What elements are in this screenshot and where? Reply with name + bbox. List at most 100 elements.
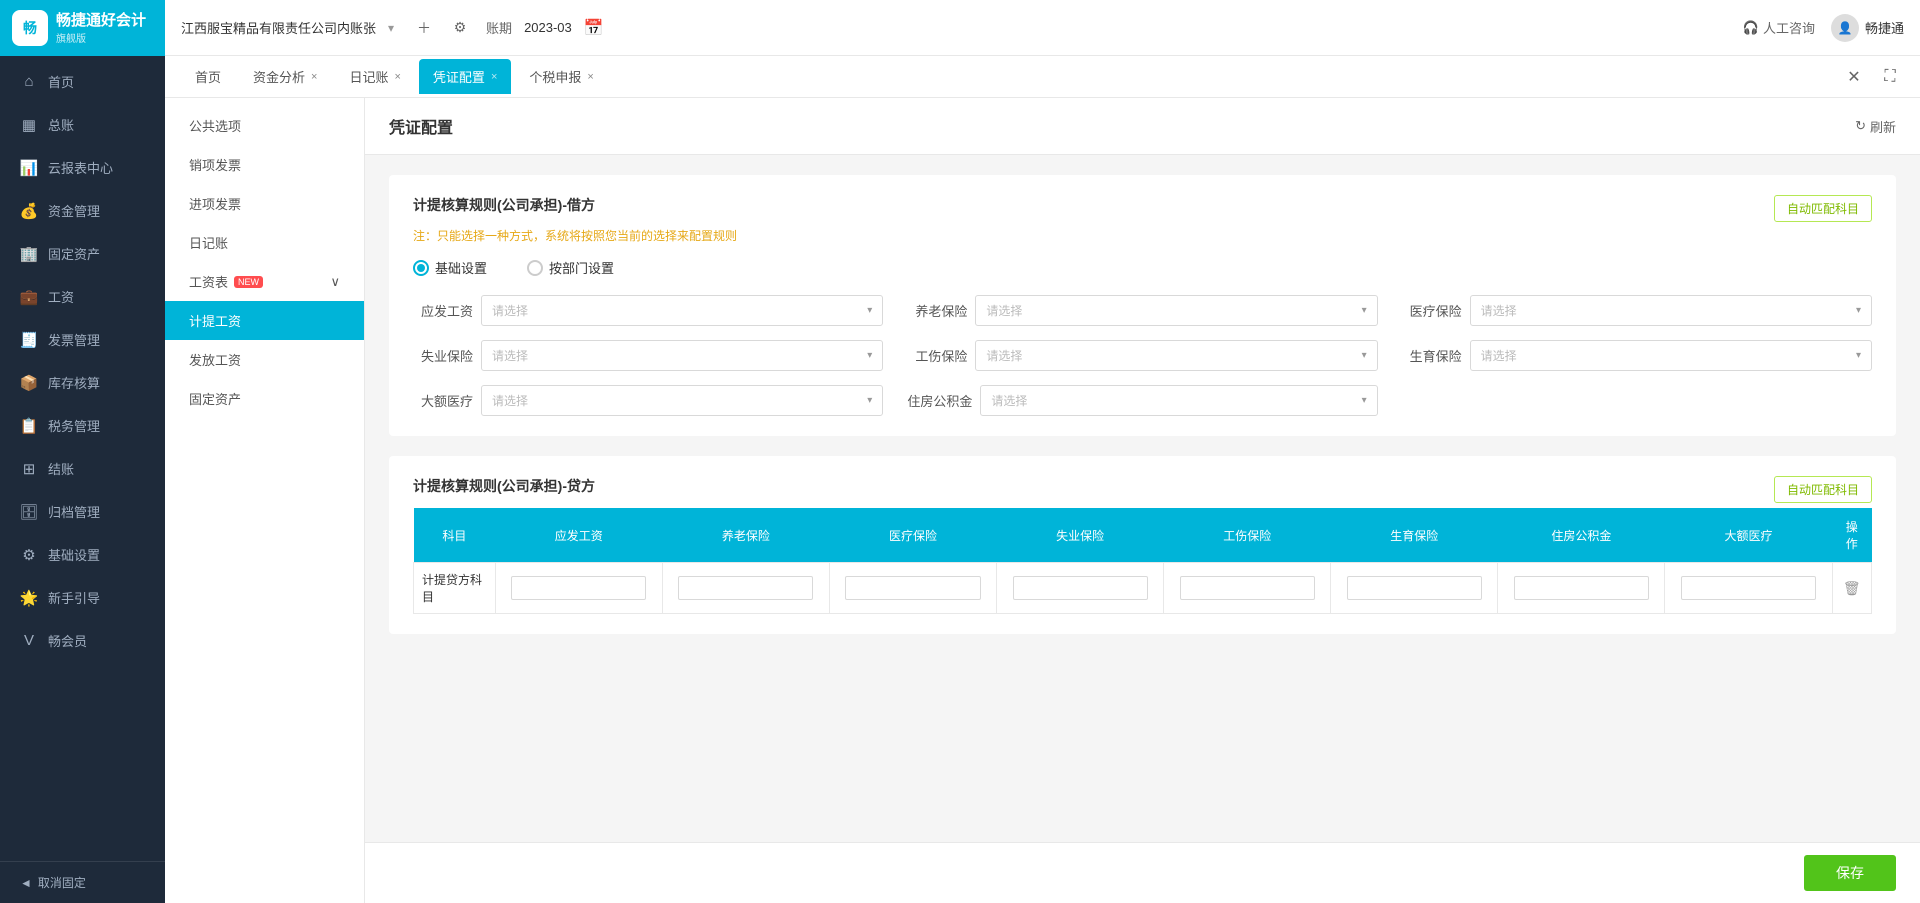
topbar: 江西服宝精品有限责任公司内账张 ▾ ＋ ⚙ 账期 2023-03 📅 🎧 人工咨… xyxy=(165,0,1920,56)
radio-group-debit: 基础设置 按部门设置 xyxy=(413,258,1872,277)
tab-journal-close[interactable]: × xyxy=(394,71,400,83)
settings-btn[interactable]: ⚙ xyxy=(446,14,474,42)
tab-journal[interactable]: 日记账 × xyxy=(335,59,414,94)
period-label: 账期 xyxy=(486,18,512,37)
menu-item-fixed-assets[interactable]: 固定资产 xyxy=(165,379,364,418)
save-button[interactable]: 保存 xyxy=(1804,855,1896,891)
col-shiye: 失业保险 xyxy=(997,508,1164,563)
guide-icon: 🌟 xyxy=(20,589,38,607)
chevron-yanglao: ▾ xyxy=(1362,305,1367,316)
debit-section: 自动匹配科目 计提核算规则(公司承担)-借方 注：只能选择一种方式，系统将按照您… xyxy=(389,175,1896,436)
sidebar-item-tax[interactable]: 📋 税务管理 xyxy=(0,404,165,447)
field-gongshang: 工伤保险 请选择 ▾ xyxy=(907,340,1377,371)
tab-tax-close[interactable]: × xyxy=(587,71,593,83)
service-btn[interactable]: 🎧 人工咨询 xyxy=(1743,18,1815,37)
logo-icon: 畅 xyxy=(12,10,48,46)
credit-table: 科目 应发工资 养老保险 医疗保险 失业保险 工伤保险 生育保险 住房公积金 大… xyxy=(413,508,1872,614)
user-menu[interactable]: 👤 畅捷通 xyxy=(1831,14,1904,42)
content-area: 公共选项 销项发票 进项发票 日记账 工资表 NEW ∨ 计提工资 发放工资 固… xyxy=(165,98,1920,903)
sidebar-item-settlement[interactable]: ⊞ 结账 xyxy=(0,447,165,490)
calendar-icon[interactable]: 📅 xyxy=(584,18,604,38)
select-shengyu[interactable]: 请选择 ▾ xyxy=(1470,340,1872,371)
menu-item-salary-calc[interactable]: 计提工资 xyxy=(165,301,364,340)
logo-area: 畅 畅捷通好会计 旗舰版 xyxy=(0,0,165,56)
input-shengyu[interactable] xyxy=(1347,576,1482,600)
sidebar-item-reports[interactable]: 📊 云报表中心 xyxy=(0,146,165,189)
auto-match-debit-btn[interactable]: 自动匹配科目 xyxy=(1774,195,1872,222)
input-dae[interactable] xyxy=(1681,576,1816,600)
menu-item-public[interactable]: 公共选项 xyxy=(165,106,364,145)
sidebar-item-invoice[interactable]: 🧾 发票管理 xyxy=(0,318,165,361)
settings-icon: ⚙ xyxy=(20,546,38,564)
menu-item-sales[interactable]: 销项发票 xyxy=(165,145,364,184)
sidebar-item-vip[interactable]: V 畅会员 xyxy=(0,619,165,662)
label-zhufang: 住房公积金 xyxy=(907,391,972,410)
cell-shengyu-input xyxy=(1331,563,1498,614)
add-btn[interactable]: ＋ xyxy=(410,14,438,42)
sidebar-item-salary[interactable]: 💼 工资 xyxy=(0,275,165,318)
bottom-bar: 保存 xyxy=(365,842,1920,903)
cell-zhufang-input xyxy=(1498,563,1665,614)
sidebar-item-ledger[interactable]: ▦ 总账 xyxy=(0,103,165,146)
chevron-yiliao: ▾ xyxy=(1856,305,1861,316)
select-yiliao[interactable]: 请选择 ▾ xyxy=(1470,295,1872,326)
topbar-actions: ＋ ⚙ xyxy=(410,14,474,42)
cancel-fixed-btn[interactable]: ◄ 取消固定 xyxy=(0,861,165,903)
tax-icon: 📋 xyxy=(20,417,38,435)
radio-basic[interactable]: 基础设置 xyxy=(413,258,487,277)
tab-home[interactable]: 首页 xyxy=(181,59,235,94)
sidebar-item-guide[interactable]: 🌟 新手引导 xyxy=(0,576,165,619)
sidebar-item-fixed-assets[interactable]: 🏢 固定资产 xyxy=(0,232,165,275)
cell-gongshang-input xyxy=(1164,563,1331,614)
select-gongshang[interactable]: 请选择 ▾ xyxy=(975,340,1377,371)
auto-match-credit-btn[interactable]: 自动匹配科目 xyxy=(1774,476,1872,503)
input-zhufang[interactable] xyxy=(1514,576,1649,600)
credit-section: 自动匹配科目 计提核算规则(公司承担)-贷方 科目 应发工资 养老保险 医疗保险… xyxy=(389,456,1896,634)
settlement-icon: ⊞ xyxy=(20,460,38,478)
company-dropdown-arrow[interactable]: ▾ xyxy=(388,21,394,35)
sidebar-item-settings[interactable]: ⚙ 基础设置 xyxy=(0,533,165,576)
col-shengyu: 生育保险 xyxy=(1331,508,1498,563)
chevron-zhufang: ▾ xyxy=(1362,395,1367,406)
sidebar-item-archive[interactable]: 🗄 归档管理 xyxy=(0,490,165,533)
tab-voucher-close[interactable]: × xyxy=(491,71,497,83)
tab-fund-close[interactable]: × xyxy=(311,71,317,83)
page-content: 凭证配置 ↻ 刷新 自动匹配科目 计提核算规则(公司承担)-借方 注：只能选择一… xyxy=(365,98,1920,903)
input-yiliao[interactable] xyxy=(845,576,980,600)
page-title: 凭证配置 xyxy=(389,114,453,138)
credit-table-body: 计提贷方科目 🗑 xyxy=(414,563,1872,614)
select-yingfa[interactable]: 请选择 ▾ xyxy=(481,295,883,326)
menu-item-salary-pay[interactable]: 发放工资 xyxy=(165,340,364,379)
input-shiye[interactable] xyxy=(1013,576,1148,600)
tab-fund[interactable]: 资金分析 × xyxy=(239,59,331,94)
tab-close-btn[interactable]: ✕ xyxy=(1840,63,1868,91)
select-shiye[interactable]: 请选择 ▾ xyxy=(481,340,883,371)
sidebar-item-fund[interactable]: 💰 资金管理 xyxy=(0,189,165,232)
menu-item-salary-table[interactable]: 工资表 NEW ∨ xyxy=(165,262,364,301)
cell-subject: 计提贷方科目 xyxy=(414,563,496,614)
sidebar-item-home[interactable]: ⌂ 首页 xyxy=(0,60,165,103)
col-yanglao: 养老保险 xyxy=(662,508,829,563)
radio-dept[interactable]: 按部门设置 xyxy=(527,258,614,277)
select-zhufang[interactable]: 请选择 ▾ xyxy=(980,385,1377,416)
input-yingfa[interactable] xyxy=(511,576,646,600)
select-dae[interactable]: 请选择 ▾ xyxy=(481,385,883,416)
select-yanglao[interactable]: 请选择 ▾ xyxy=(975,295,1377,326)
topbar-right: 🎧 人工咨询 👤 畅捷通 xyxy=(1743,14,1904,42)
label-yiliao: 医疗保险 xyxy=(1402,301,1462,320)
new-badge: NEW xyxy=(234,276,263,288)
col-subject: 科目 xyxy=(414,508,496,563)
field-yiliao: 医疗保险 请选择 ▾ xyxy=(1402,295,1872,326)
input-gongshang[interactable] xyxy=(1180,576,1315,600)
menu-item-journal[interactable]: 日记账 xyxy=(165,223,364,262)
delete-row-btn[interactable]: 🗑 xyxy=(1843,580,1861,596)
sidebar: 畅 畅捷通好会计 旗舰版 ⌂ 首页 ▦ 总账 📊 云报表中心 💰 资金管理 🏢 … xyxy=(0,0,165,903)
tab-tax[interactable]: 个税申报 × xyxy=(515,59,607,94)
tab-expand-btn[interactable]: ⛶ xyxy=(1876,63,1904,91)
tab-voucher[interactable]: 凭证配置 × xyxy=(419,59,511,94)
refresh-btn[interactable]: ↻ 刷新 xyxy=(1855,117,1896,136)
avatar: 👤 xyxy=(1831,14,1859,42)
menu-item-purchase[interactable]: 进项发票 xyxy=(165,184,364,223)
input-yanglao[interactable] xyxy=(678,576,813,600)
sidebar-item-inventory[interactable]: 📦 库存核算 xyxy=(0,361,165,404)
